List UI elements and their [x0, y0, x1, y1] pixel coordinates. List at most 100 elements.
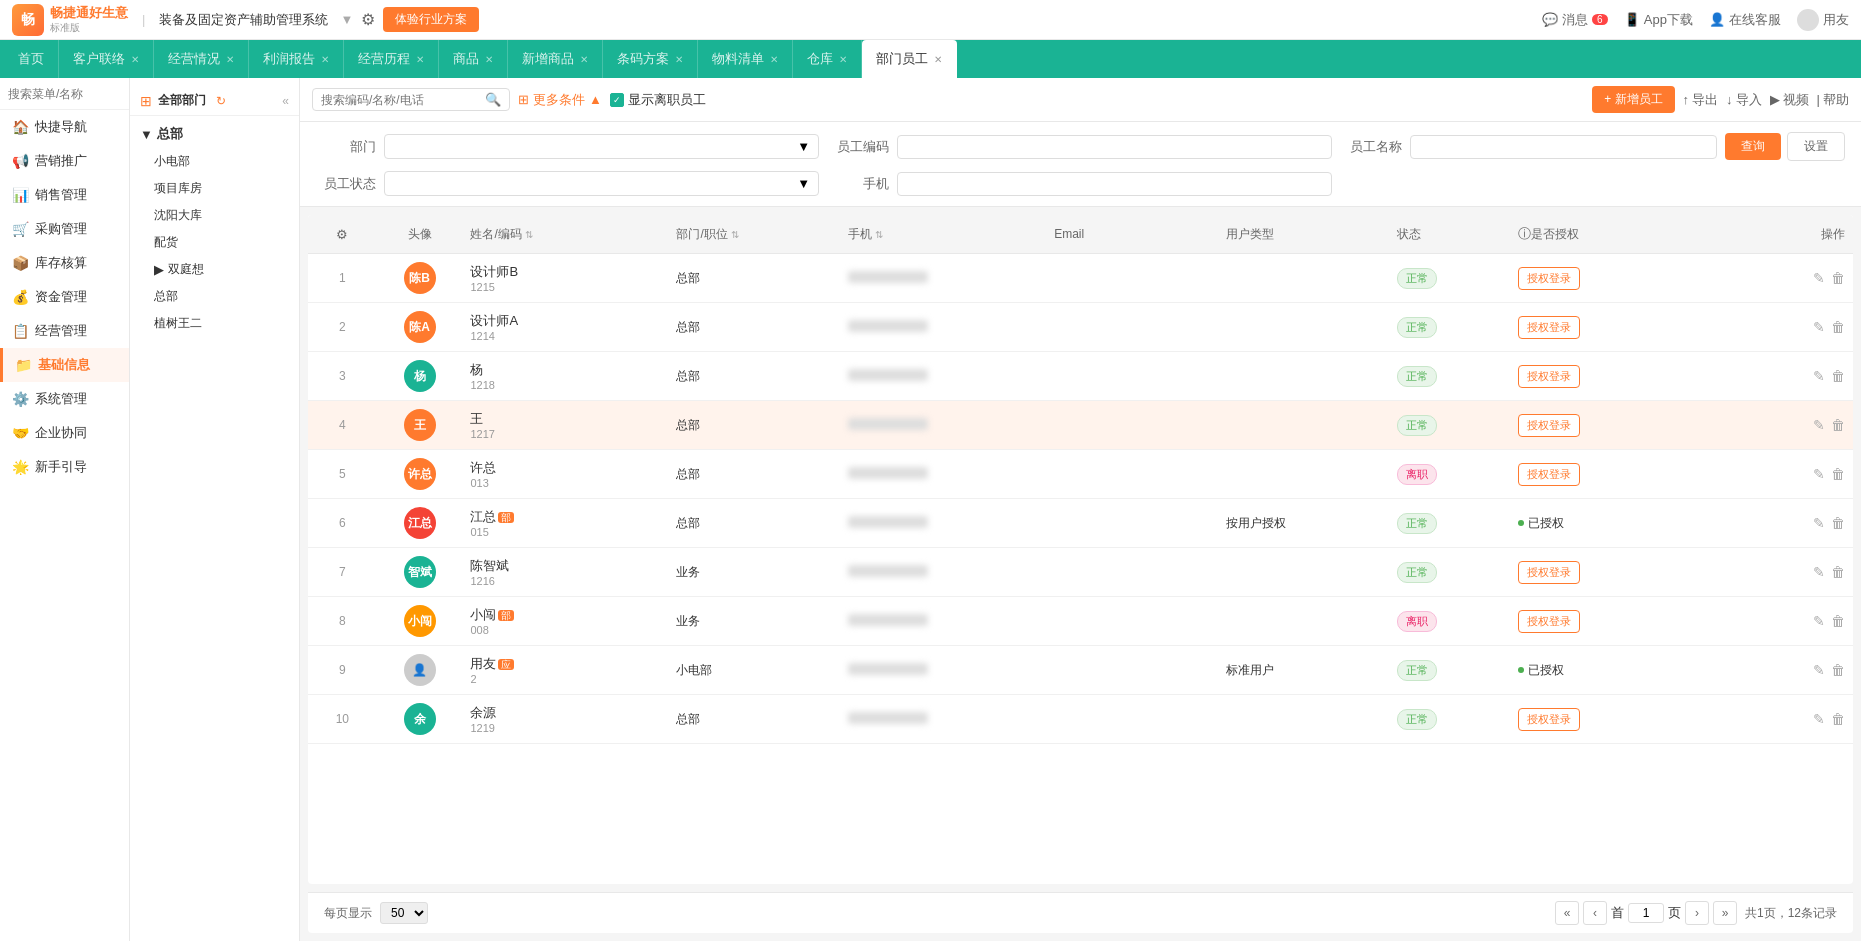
delete-icon[interactable]: 🗑: [1831, 613, 1845, 629]
next-page-btn[interactable]: ›: [1685, 901, 1709, 925]
sidebar-search-input[interactable]: [8, 87, 130, 101]
sidebar-item-finance[interactable]: 💰 资金管理: [0, 280, 129, 314]
all-dept-label[interactable]: 全部部门: [158, 92, 206, 109]
prev-page-btn[interactable]: ‹: [1583, 901, 1607, 925]
close-warehouse-icon[interactable]: ✕: [839, 54, 847, 65]
last-page-btn[interactable]: »: [1713, 901, 1737, 925]
close-operation-icon[interactable]: ✕: [226, 54, 234, 65]
tab-home[interactable]: 首页: [4, 40, 59, 78]
filter-empname-input[interactable]: [1410, 135, 1717, 159]
sidebar-item-guide[interactable]: 🌟 新手引导: [0, 450, 129, 484]
table-row[interactable]: 3 杨 杨 1218 总部 正常 授权登录 ✎ 🗑: [308, 352, 1853, 401]
edit-icon[interactable]: ✎: [1813, 319, 1825, 335]
table-row[interactable]: 2 陈A 设计师A 1214 总部 正常 授权登录 ✎ 🗑: [308, 303, 1853, 352]
edit-icon[interactable]: ✎: [1813, 564, 1825, 580]
auth-login-btn[interactable]: 授权登录: [1518, 267, 1580, 290]
table-row[interactable]: 9 👤 用友应 2 小电部 标准用户 正常 已授权 ✎ 🗑: [308, 646, 1853, 695]
edit-icon[interactable]: ✎: [1813, 662, 1825, 678]
th-phone[interactable]: 手机 ⇅: [840, 215, 1046, 254]
add-employee-btn[interactable]: + 新增员工: [1592, 86, 1674, 113]
tab-customer[interactable]: 客户联络 ✕: [59, 40, 154, 78]
tab-profit[interactable]: 利润报告 ✕: [249, 40, 344, 78]
delete-icon[interactable]: 🗑: [1831, 662, 1845, 678]
auth-login-btn[interactable]: 授权登录: [1518, 365, 1580, 388]
auth-login-btn[interactable]: 授权登录: [1518, 708, 1580, 731]
trial-button[interactable]: 体验行业方案: [383, 7, 479, 32]
export-btn[interactable]: ↑ 导出: [1683, 91, 1719, 109]
more-filter-btn[interactable]: ⊞ 更多条件 ▲: [518, 91, 602, 109]
tab-bom[interactable]: 物料清单 ✕: [698, 40, 793, 78]
tree-node-zhishuwang[interactable]: 植树王二: [130, 310, 299, 337]
edit-icon[interactable]: ✎: [1813, 515, 1825, 531]
page-number-input[interactable]: [1628, 903, 1664, 923]
app-download-btn[interactable]: 📱 App下载: [1624, 11, 1693, 29]
edit-icon[interactable]: ✎: [1813, 368, 1825, 384]
auth-login-btn[interactable]: 授权登录: [1518, 316, 1580, 339]
th-dept[interactable]: 部门/职位 ⇅: [668, 215, 840, 254]
filter-status-select[interactable]: ▼: [384, 171, 819, 196]
tree-node-shenyang[interactable]: 沈阳大库: [130, 202, 299, 229]
filter-empcode-input[interactable]: [897, 135, 1332, 159]
sidebar-item-collab[interactable]: 🤝 企业协同: [0, 416, 129, 450]
tree-node-project[interactable]: 项目库房: [130, 175, 299, 202]
edit-icon[interactable]: ✎: [1813, 613, 1825, 629]
first-page-btn[interactable]: «: [1555, 901, 1579, 925]
dept-collapse-icon[interactable]: «: [282, 94, 289, 108]
sidebar-item-system[interactable]: ⚙️ 系统管理: [0, 382, 129, 416]
th-settings[interactable]: ⚙: [308, 215, 377, 254]
show-left-checkbox[interactable]: ✓: [610, 93, 624, 107]
query-btn[interactable]: 查询: [1725, 133, 1781, 160]
sidebar-item-sales[interactable]: 📊 销售管理: [0, 178, 129, 212]
search-input[interactable]: [321, 93, 481, 107]
tree-node-shuangting[interactable]: ▶ 双庭想: [130, 256, 299, 283]
tab-operation[interactable]: 经营情况 ✕: [154, 40, 249, 78]
delete-icon[interactable]: 🗑: [1831, 417, 1845, 433]
view-btn[interactable]: ▶ 视频: [1770, 91, 1809, 109]
sidebar-item-marketing[interactable]: 📢 营销推广: [0, 144, 129, 178]
close-barcode-icon[interactable]: ✕: [675, 54, 683, 65]
close-new-goods-icon[interactable]: ✕: [580, 54, 588, 65]
close-employee-icon[interactable]: ✕: [934, 54, 942, 65]
sidebar-item-inventory[interactable]: 📦 库存核算: [0, 246, 129, 280]
sidebar-item-basic-info[interactable]: 📁 基础信息: [0, 348, 129, 382]
edit-icon[interactable]: ✎: [1813, 711, 1825, 727]
edit-icon[interactable]: ✎: [1813, 466, 1825, 482]
help-btn[interactable]: | 帮助: [1817, 91, 1849, 109]
delete-icon[interactable]: 🗑: [1831, 515, 1845, 531]
close-history-icon[interactable]: ✕: [416, 54, 424, 65]
delete-icon[interactable]: 🗑: [1831, 466, 1845, 482]
table-row[interactable]: 8 小闯 小闯部 008 业务 离职 授权登录 ✎ 🗑: [308, 597, 1853, 646]
sidebar-item-quick-nav[interactable]: 🏠 快捷导航: [0, 110, 129, 144]
user-area[interactable]: 用友: [1797, 9, 1849, 31]
tab-warehouse[interactable]: 仓库 ✕: [793, 40, 862, 78]
filter-phone-input[interactable]: [897, 172, 1332, 196]
import-btn[interactable]: ↓ 导入: [1726, 91, 1762, 109]
delete-icon[interactable]: 🗑: [1831, 711, 1845, 727]
tab-barcode[interactable]: 条码方案 ✕: [603, 40, 698, 78]
tree-node-small-elec[interactable]: 小电部: [130, 148, 299, 175]
set-btn[interactable]: 设置: [1787, 132, 1845, 161]
show-left-employee-toggle[interactable]: ✓ 显示离职员工: [610, 91, 706, 109]
table-row[interactable]: 4 王 王 1217 总部 正常 授权登录 ✎ 🗑: [308, 401, 1853, 450]
per-page-select[interactable]: 50: [380, 902, 428, 924]
search-btn-icon[interactable]: 🔍: [485, 92, 501, 107]
table-row[interactable]: 1 陈B 设计师B 1215 总部 正常 授权登录 ✎ 🗑: [308, 254, 1853, 303]
close-goods-icon[interactable]: ✕: [485, 54, 493, 65]
online-service-btn[interactable]: 👤 在线客服: [1709, 11, 1781, 29]
delete-icon[interactable]: 🗑: [1831, 368, 1845, 384]
edit-icon[interactable]: ✎: [1813, 270, 1825, 286]
tab-history[interactable]: 经营历程 ✕: [344, 40, 439, 78]
auth-login-btn[interactable]: 授权登录: [1518, 610, 1580, 633]
delete-icon[interactable]: 🗑: [1831, 270, 1845, 286]
settings-gear-btn[interactable]: ⚙: [361, 10, 375, 29]
delete-icon[interactable]: 🗑: [1831, 564, 1845, 580]
auth-login-btn[interactable]: 授权登录: [1518, 463, 1580, 486]
system-dropdown-icon[interactable]: ▼: [340, 12, 353, 27]
sidebar-item-purchase[interactable]: 🛒 采购管理: [0, 212, 129, 246]
tree-node-general[interactable]: ▼ 总部: [130, 120, 299, 148]
table-row[interactable]: 7 智斌 陈智斌 1216 业务 正常 授权登录 ✎ 🗑: [308, 548, 1853, 597]
close-customer-icon[interactable]: ✕: [131, 54, 139, 65]
table-row[interactable]: 6 江总 江总部 015 总部 按用户授权 正常 已授权 ✎ 🗑: [308, 499, 1853, 548]
tab-new-goods[interactable]: 新增商品 ✕: [508, 40, 603, 78]
th-name[interactable]: 姓名/编码 ⇅: [462, 215, 668, 254]
